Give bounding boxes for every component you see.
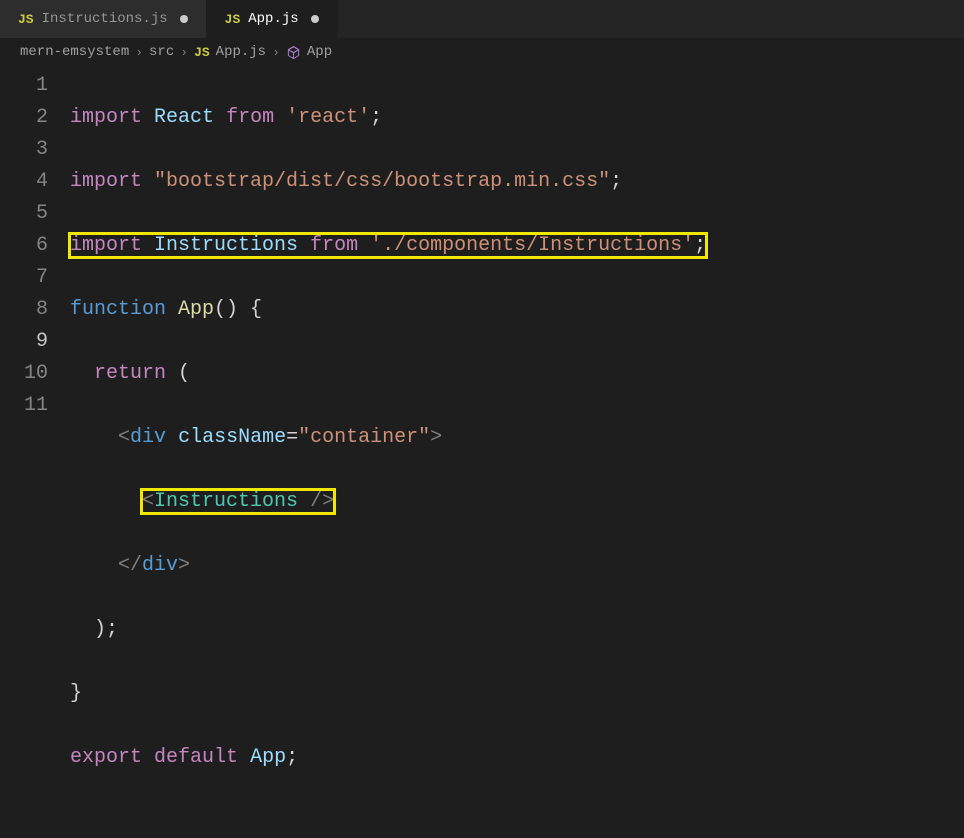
javascript-icon: JS bbox=[194, 45, 210, 60]
code-content[interactable]: import React from 'react'; import "boots… bbox=[70, 70, 964, 838]
code-line[interactable]: </div> bbox=[70, 550, 964, 582]
code-line[interactable]: import React from 'react'; bbox=[70, 102, 964, 134]
dirty-dot-icon bbox=[311, 15, 319, 23]
highlight-box: import Instructions from './components/I… bbox=[70, 234, 706, 257]
javascript-icon: JS bbox=[225, 12, 241, 27]
chevron-right-icon: › bbox=[272, 45, 280, 60]
tab-label: Instructions.js bbox=[42, 11, 168, 27]
breadcrumb-item[interactable]: mern-emsystem bbox=[20, 44, 129, 60]
code-line[interactable]: } bbox=[70, 678, 964, 710]
code-line[interactable]: <div className="container"> bbox=[70, 422, 964, 454]
code-line[interactable]: ); bbox=[70, 614, 964, 646]
tab-label: App.js bbox=[248, 11, 298, 27]
breadcrumb-item[interactable]: App.js bbox=[216, 44, 266, 60]
code-editor[interactable]: 1 2 3 4 5 6 7 8 9 10 11 import React fro… bbox=[0, 66, 964, 838]
code-line[interactable]: import "bootstrap/dist/css/bootstrap.min… bbox=[70, 166, 964, 198]
code-line[interactable]: <Instructions /> bbox=[70, 486, 964, 518]
code-line[interactable]: return ( bbox=[70, 358, 964, 390]
chevron-right-icon: › bbox=[135, 45, 143, 60]
breadcrumb-item[interactable]: src bbox=[149, 44, 174, 60]
dirty-dot-icon bbox=[180, 15, 188, 23]
symbol-icon bbox=[286, 45, 301, 60]
tab-app[interactable]: JS App.js bbox=[207, 0, 338, 38]
javascript-icon: JS bbox=[18, 12, 34, 27]
code-line[interactable]: export default App; bbox=[70, 742, 964, 774]
line-gutter: 1 2 3 4 5 6 7 8 9 10 11 bbox=[0, 70, 70, 838]
code-line[interactable]: import Instructions from './components/I… bbox=[70, 230, 964, 262]
tab-bar: JS Instructions.js JS App.js bbox=[0, 0, 964, 38]
breadcrumb[interactable]: mern-emsystem › src › JS App.js › App bbox=[0, 38, 964, 66]
code-line[interactable]: function App() { bbox=[70, 294, 964, 326]
chevron-right-icon: › bbox=[180, 45, 188, 60]
tab-instructions[interactable]: JS Instructions.js bbox=[0, 0, 207, 38]
breadcrumb-item[interactable]: App bbox=[307, 44, 332, 60]
